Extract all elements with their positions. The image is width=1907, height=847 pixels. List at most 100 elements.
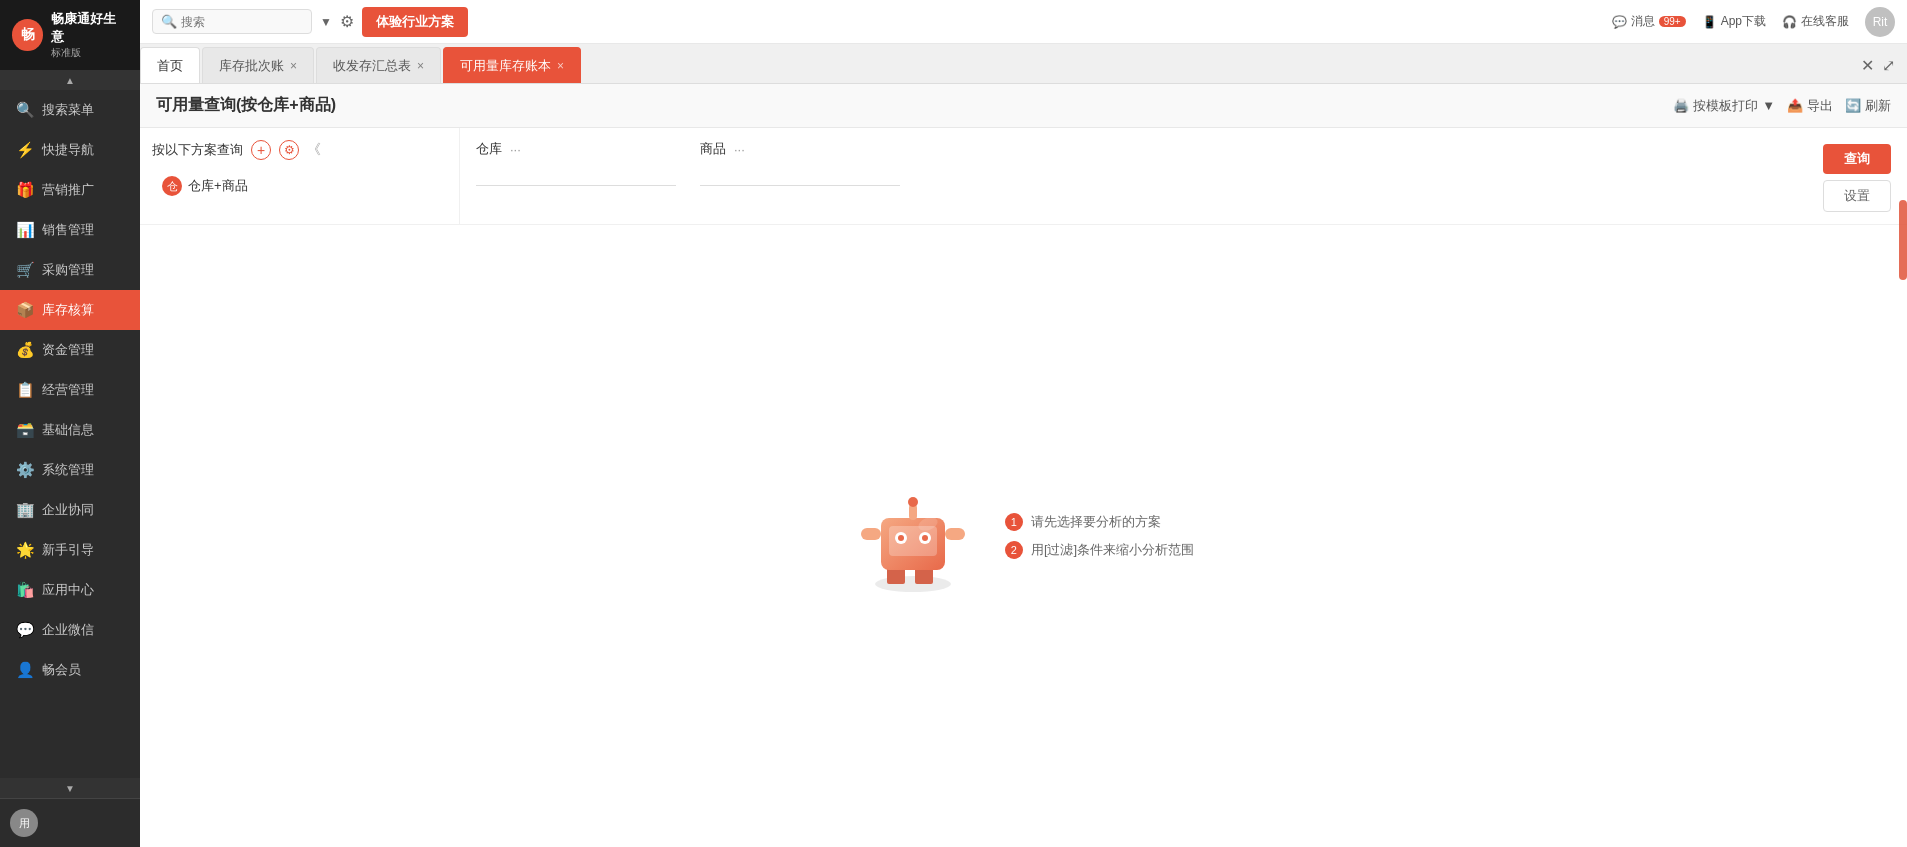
search-icon: 🔍 — [16, 101, 34, 119]
svg-rect-11 — [861, 528, 881, 540]
sidebar-item-inventory[interactable]: 📦 库存核算 — [0, 290, 140, 330]
right-scrollbar[interactable] — [1899, 200, 1907, 280]
sidebar-item-enterprise[interactable]: 🏢 企业协同 — [0, 490, 140, 530]
tab-available[interactable]: 可用量库存账本× — [443, 47, 581, 83]
sidebar-nav: 🔍 搜索菜单 ⚡ 快捷导航 🎁 营销推广 📊 销售管理 🛒 采购管理 📦 库存核… — [0, 90, 140, 778]
basic-icon: 🗃️ — [16, 421, 34, 439]
empty-tips: 1 请先选择要分析的方案 2 用[过滤]条件来缩小分析范围 — [1005, 513, 1194, 559]
settings-button[interactable]: 设置 — [1823, 180, 1891, 212]
export-button[interactable]: 📤 导出 — [1787, 97, 1833, 115]
filter-collapse-button[interactable]: 《 — [307, 141, 321, 159]
query-button[interactable]: 查询 — [1823, 144, 1891, 174]
page-header: 可用量查询(按仓库+商品) 🖨️ 按模板打印 ▼ 📤 导出 🔄 刷新 — [140, 84, 1907, 128]
sidebar-item-sales[interactable]: 📊 销售管理 — [0, 210, 140, 250]
sidebar: 畅 畅康通好生意 标准版 ▲ 🔍 搜索菜单 ⚡ 快捷导航 🎁 营销推广 📊 销售… — [0, 0, 140, 847]
tab-close-batch[interactable]: × — [290, 59, 297, 73]
scheme-item-warehouse-product[interactable]: 仓 仓库+商品 — [152, 168, 447, 204]
app-download-group[interactable]: 📱 App下载 — [1702, 13, 1766, 30]
sidebar-item-shortcut[interactable]: ⚡ 快捷导航 — [0, 130, 140, 170]
system-icon: ⚙️ — [16, 461, 34, 479]
tab-bar: 首页库存批次账×收发存汇总表×可用量库存账本× ✕ ⤢ — [140, 44, 1907, 84]
main-content: 🔍 ▼ ⚙ 体验行业方案 💬 消息 99+ 📱 App下载 🎧 在线客服 Rit — [140, 0, 1907, 847]
sidebar-item-newbie[interactable]: 🌟 新手引导 — [0, 530, 140, 570]
search-input[interactable] — [181, 15, 281, 29]
wechat-icon: 💬 — [16, 621, 34, 639]
page-area: 可用量查询(按仓库+商品) 🖨️ 按模板打印 ▼ 📤 导出 🔄 刷新 — [140, 84, 1907, 847]
online-service-group[interactable]: 🎧 在线客服 — [1782, 13, 1849, 30]
tab-label-home: 首页 — [157, 57, 183, 75]
trial-button[interactable]: 体验行业方案 — [362, 7, 468, 37]
tab-expand-button[interactable]: ⤢ — [1882, 56, 1895, 75]
sidebar-item-operation[interactable]: 📋 经营管理 — [0, 370, 140, 410]
sidebar-scroll-down[interactable]: ▼ — [0, 778, 140, 798]
operation-icon: 📋 — [16, 381, 34, 399]
tab-home[interactable]: 首页 — [140, 47, 200, 83]
user-avatar-top[interactable]: Rit — [1865, 7, 1895, 37]
member-icon: 👤 — [16, 661, 34, 679]
sidebar-scroll-up[interactable]: ▲ — [0, 70, 140, 90]
message-group[interactable]: 💬 消息 99+ — [1612, 13, 1686, 30]
svg-point-8 — [922, 535, 928, 541]
sidebar-item-label-newbie: 新手引导 — [42, 541, 94, 559]
app-icon: 🛍️ — [16, 581, 34, 599]
app-download-label: App下载 — [1721, 13, 1766, 30]
refresh-button[interactable]: 🔄 刷新 — [1845, 97, 1891, 115]
print-icon: 🖨️ — [1673, 98, 1689, 113]
search-box[interactable]: 🔍 — [152, 9, 312, 34]
user-avatar: 用 — [10, 809, 38, 837]
filter-right: 仓库 ··· 商品 ··· 查询 设置 — [460, 128, 1907, 224]
headset-icon: 🎧 — [1782, 15, 1797, 29]
sidebar-item-purchase[interactable]: 🛒 采购管理 — [0, 250, 140, 290]
tab-batch[interactable]: 库存批次账× — [202, 47, 314, 83]
tip-number-1: 1 — [1005, 513, 1023, 531]
sidebar-header: 畅 畅康通好生意 标准版 — [0, 0, 140, 70]
tab-summary[interactable]: 收发存汇总表 × — [316, 47, 441, 83]
refresh-label: 刷新 — [1865, 97, 1891, 115]
sidebar-item-search[interactable]: 🔍 搜索菜单 — [0, 90, 140, 130]
purchase-icon: 🛒 — [16, 261, 34, 279]
sidebar-item-wechat[interactable]: 💬 企业微信 — [0, 610, 140, 650]
empty-illustration — [853, 476, 973, 596]
filter-left-header: 按以下方案查询 + ⚙ 《 — [152, 140, 447, 160]
refresh-icon: 🔄 — [1845, 98, 1861, 113]
product-input[interactable] — [700, 162, 900, 186]
sidebar-item-label-purchase: 采购管理 — [42, 261, 94, 279]
tip-item-1: 1 请先选择要分析的方案 — [1005, 513, 1194, 531]
sidebar-item-member[interactable]: 👤 畅会员 — [0, 650, 140, 690]
sidebar-item-label-sales: 销售管理 — [42, 221, 94, 239]
sidebar-item-app[interactable]: 🛍️ 应用中心 — [0, 570, 140, 610]
sidebar-item-finance[interactable]: 💰 资金管理 — [0, 330, 140, 370]
sidebar-bottom[interactable]: 用 — [0, 798, 140, 847]
gear-icon[interactable]: ⚙ — [340, 12, 354, 31]
sidebar-item-label-shortcut: 快捷导航 — [42, 141, 94, 159]
message-label: 消息 — [1631, 13, 1655, 30]
app-name: 畅康通好生意 — [51, 10, 128, 46]
logo-text: 畅 — [21, 26, 35, 44]
filter-field-warehouse: 仓库 ··· — [476, 140, 676, 186]
product-more-icon[interactable]: ··· — [734, 142, 745, 157]
warehouse-more-icon[interactable]: ··· — [510, 142, 521, 157]
tab-close-summary[interactable]: × — [417, 59, 424, 73]
filter-panel: 按以下方案查询 + ⚙ 《 仓 仓库+商品 仓库 ··· — [140, 128, 1907, 225]
filter-add-button[interactable]: + — [251, 140, 271, 160]
app-subtitle: 标准版 — [51, 46, 128, 60]
tip-text-2: 用[过滤]条件来缩小分析范围 — [1031, 541, 1194, 559]
filter-scheme-settings-button[interactable]: ⚙ — [279, 140, 299, 160]
tab-close-all-button[interactable]: ✕ — [1861, 56, 1874, 75]
marketing-icon: 🎁 — [16, 181, 34, 199]
dropdown-icon[interactable]: ▼ — [320, 15, 332, 29]
print-dropdown-icon[interactable]: ▼ — [1762, 98, 1775, 113]
tab-close-available[interactable]: × — [557, 59, 564, 73]
empty-state: 1 请先选择要分析的方案 2 用[过滤]条件来缩小分析范围 — [140, 225, 1907, 847]
sidebar-item-basic[interactable]: 🗃️ 基础信息 — [0, 410, 140, 450]
tab-bar-controls: ✕ ⤢ — [1849, 47, 1907, 83]
sidebar-logo: 畅 — [12, 19, 43, 51]
sidebar-item-system[interactable]: ⚙️ 系统管理 — [0, 450, 140, 490]
sidebar-item-label-operation: 经营管理 — [42, 381, 94, 399]
sidebar-item-marketing[interactable]: 🎁 营销推广 — [0, 170, 140, 210]
sidebar-item-label-wechat: 企业微信 — [42, 621, 94, 639]
tab-label-summary: 收发存汇总表 — [333, 57, 411, 75]
warehouse-input[interactable] — [476, 162, 676, 186]
sidebar-item-label-system: 系统管理 — [42, 461, 94, 479]
print-button[interactable]: 🖨️ 按模板打印 ▼ — [1673, 97, 1775, 115]
